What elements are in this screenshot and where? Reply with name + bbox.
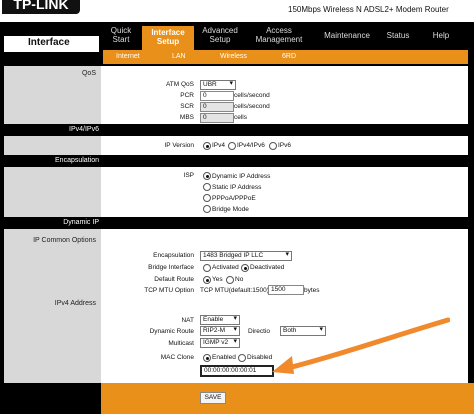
mac-enabled-label: Enabled: [212, 354, 236, 361]
bridge-deactivated-label: Deactivated: [250, 264, 285, 271]
band-encapsulation: Encapsulation: [4, 155, 474, 167]
isp-static-radio[interactable]: [203, 183, 211, 191]
route-yes-radio[interactable]: [203, 276, 211, 284]
subtab-internet[interactable]: Internet: [116, 53, 140, 60]
multicast-select[interactable]: IGMP v2: [200, 338, 240, 348]
mtu-desc: TCP MTU(default:1500): [200, 287, 269, 294]
ipv6-radio[interactable]: [269, 142, 277, 150]
annotation-arrow-icon: [272, 317, 450, 374]
isp-pppoa-label: PPPoA/PPPoE: [212, 195, 256, 202]
bridge-activated-label: Activated: [212, 264, 239, 271]
tp-link-logo: TP-LINK: [2, 0, 80, 14]
model-name: 150Mbps Wireless N ADSL2+ Modem Router: [288, 5, 449, 14]
pcr-input[interactable]: 0: [200, 91, 234, 101]
isp-static-label: Static IP Address: [212, 184, 262, 191]
band-dynamic-ip: Dynamic IP: [4, 217, 474, 229]
save-button[interactable]: SAVE: [200, 392, 226, 404]
encap-label: Encapsulation: [153, 252, 194, 259]
mtu-unit: bytes: [304, 287, 320, 294]
pcr-unit: cells/second: [234, 92, 270, 99]
route-no-radio[interactable]: [226, 276, 234, 284]
section-title: Interface: [28, 37, 70, 48]
pcr-label: PCR: [180, 92, 194, 99]
band-ipv4ipv6: IPv4/IPv6: [4, 124, 474, 136]
section-ipv4-address: IPv4 Address: [54, 300, 96, 307]
dynamic-route-label: Dynamic Route: [149, 328, 194, 335]
bridge-interface-label: Bridge Interface: [148, 264, 194, 271]
subtab-6rd[interactable]: 6RD: [282, 53, 296, 60]
mac-clone-label: MAC Clone: [160, 354, 194, 361]
mtu-option-label: TCP MTU Option: [144, 287, 194, 294]
section-qos: QoS: [81, 70, 96, 77]
nat-select[interactable]: Enable: [200, 315, 240, 325]
isp-pppoa-radio[interactable]: [203, 194, 211, 202]
tab-interface-setup[interactable]: Interface Setup: [142, 26, 194, 52]
band-encapsulation-label: Encapsulation: [55, 157, 99, 164]
ipv4-radio[interactable]: [203, 142, 211, 150]
scr-input[interactable]: 0: [200, 102, 234, 112]
mtu-input[interactable]: 1500: [268, 285, 304, 295]
section-title-box: Interface: [4, 36, 99, 52]
mac-enabled-radio[interactable]: [203, 354, 211, 362]
mbs-input[interactable]: 0: [200, 113, 234, 123]
isp-bridge-radio[interactable]: [203, 205, 211, 213]
encap-select[interactable]: 1483 Bridged IP LLC: [200, 251, 292, 261]
footer-orange: [101, 383, 474, 414]
mac-disabled-radio[interactable]: [238, 354, 246, 362]
tab-access-management[interactable]: Access Management: [250, 26, 308, 50]
nat-label: NAT: [181, 317, 194, 324]
mbs-unit: cells: [234, 114, 248, 121]
bridge-activated-radio[interactable]: [203, 264, 211, 272]
mbs-label: MBS: [179, 114, 194, 121]
isp-label: ISP: [183, 172, 194, 179]
bridge-deactivated-radio[interactable]: [241, 264, 249, 272]
ipv4ipv6-radio[interactable]: [228, 142, 236, 150]
band-ipv4ipv6-label: IPv4/IPv6: [69, 126, 99, 133]
atm-qos-select[interactable]: UBR: [200, 80, 236, 90]
band-dynamic-ip-label: Dynamic IP: [63, 219, 99, 226]
route-yes-label: Yes: [212, 276, 223, 283]
subtab-lan[interactable]: LAN: [172, 53, 186, 60]
multicast-label: Multicast: [168, 340, 194, 347]
scr-label: SCR: [180, 103, 194, 110]
dynamic-route-select[interactable]: RIP2-M: [200, 326, 240, 336]
default-route-label: Default Route: [154, 276, 194, 283]
direction-label: Directio: [248, 328, 271, 335]
scr-unit: cells/second: [234, 103, 270, 110]
isp-dynamic-radio[interactable]: [203, 172, 211, 180]
tab-advanced-setup[interactable]: Advanced Setup: [196, 26, 244, 50]
isp-dynamic-label: Dynamic IP Address: [212, 173, 271, 180]
isp-bridge-label: Bridge Mode: [212, 206, 249, 213]
mac-disabled-label: Disabled: [247, 354, 273, 361]
ipv4-label: IPv4: [212, 142, 226, 149]
mac-address-input[interactable]: 00:00:00:00:00:01: [200, 365, 274, 377]
section-ip-common: IP Common Options: [33, 237, 96, 244]
tab-quick-start[interactable]: Quick Start: [104, 26, 138, 50]
ipv4ipv6-label: IPv4/IPv6: [237, 142, 265, 149]
subtab-wireless[interactable]: Wireless: [220, 53, 247, 60]
atm-qos-label: ATM QoS: [165, 81, 194, 88]
ip-version-label: IP Version: [164, 142, 194, 149]
ipv6-label: IPv6: [278, 142, 292, 149]
route-no-label: No: [235, 276, 244, 283]
